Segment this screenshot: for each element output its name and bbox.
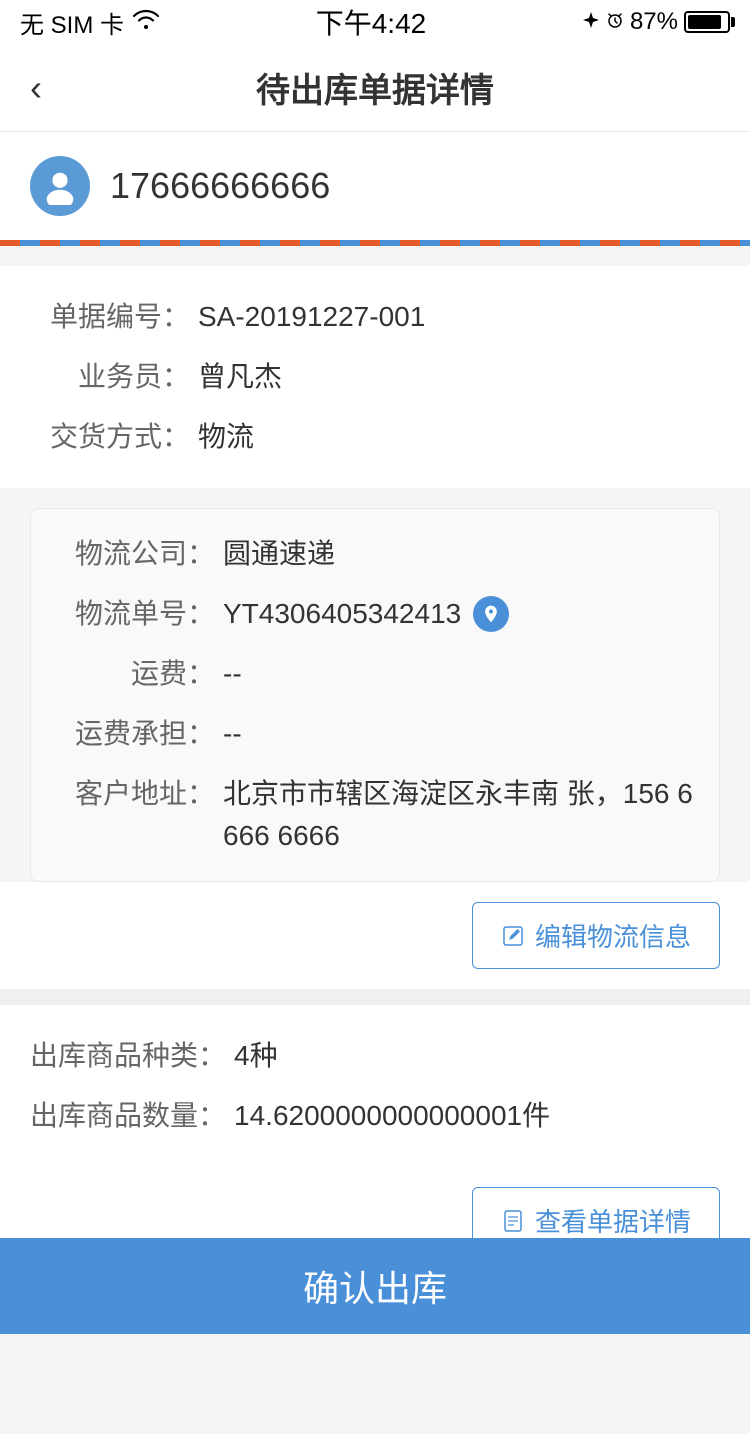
pin-icon (481, 604, 501, 624)
logistics-company-value: 圆通速递 (223, 533, 695, 575)
logistics-company-row: 物流公司： 圆通速递 (55, 533, 695, 575)
carrier-label: 无 SIM 卡 (20, 5, 124, 40)
alarm-icon (606, 8, 624, 36)
goods-section: 出库商品种类： 4种 出库商品数量： 14.620000000000​0001件 (0, 1005, 750, 1167)
edit-icon (501, 924, 525, 948)
delivery-type-label: 交货方式： (30, 416, 190, 458)
document-icon (501, 1209, 525, 1233)
freight-label: 运费： (55, 653, 215, 695)
logistics-company-label: 物流公司： (55, 533, 215, 575)
battery-icon (684, 11, 730, 33)
freight-value: -- (223, 653, 695, 695)
customer-header: 17666666666 (0, 132, 750, 240)
customer-phone: 17666666666 (110, 165, 330, 207)
status-bar: 无 SIM 卡 下午4:42 87% (0, 0, 750, 44)
confirm-outbound-button[interactable]: 确认出库 (0, 1238, 750, 1334)
goods-quantity-value: 14.620000000000​0001件 (234, 1095, 720, 1137)
logistics-card: 物流公司： 圆通速递 物流单号： YT43064053424​13 运费： --… (30, 508, 720, 882)
map-location-icon[interactable] (473, 596, 509, 632)
goods-types-value: 4种 (234, 1035, 720, 1077)
goods-quantity-label: 出库商品数量： (30, 1095, 226, 1137)
dashed-divider (0, 240, 750, 246)
edit-btn-container: 编辑物流信息 (0, 882, 750, 989)
page-title: 待出库单据详情 (256, 63, 494, 112)
goods-types-row: 出库商品种类： 4种 (30, 1035, 720, 1077)
freight-bearer-value: -- (223, 713, 695, 755)
battery-fill (688, 15, 721, 29)
battery-percentage: 87% (630, 8, 678, 36)
salesman-row: 业务员： 曾凡杰 (30, 356, 720, 398)
salesman-label: 业务员： (30, 356, 190, 398)
freight-row: 运费： -- (55, 653, 695, 695)
delivery-type-value: 物流 (198, 416, 720, 458)
address-row: 客户地址： 北京市市辖区海淀区永丰南 张，156 6666 6666 (55, 773, 695, 857)
goods-types-label: 出库商品种类： (30, 1035, 226, 1077)
delivery-type-row: 交货方式： 物流 (30, 416, 720, 458)
tracking-no-text: YT43064053424​13 (223, 593, 461, 635)
edit-logistics-button[interactable]: 编辑物流信息 (472, 902, 720, 969)
goods-quantity-row: 出库商品数量： 14.620000000000​0001件 (30, 1095, 720, 1137)
time-label: 下午4:42 (316, 2, 427, 42)
location-arrow-icon (582, 8, 600, 36)
edit-btn-label: 编辑物流信息 (535, 917, 691, 954)
tracking-no-value: YT43064053424​13 (223, 593, 695, 635)
freight-bearer-label: 运费承担： (55, 713, 215, 755)
address-value: 北京市市辖区海淀区永丰南 张，156 6666 6666 (223, 773, 695, 857)
wifi-icon (132, 8, 160, 36)
status-left: 无 SIM 卡 (20, 5, 160, 40)
section-divider (0, 989, 750, 1005)
tracking-no-label: 物流单号： (55, 593, 215, 635)
order-no-label: 单据编号： (30, 296, 190, 338)
status-right: 87% (582, 8, 730, 36)
avatar (30, 156, 90, 216)
order-no-row: 单据编号： SA-20191227-001 (30, 296, 720, 338)
address-label: 客户地址： (55, 773, 215, 815)
freight-bearer-row: 运费承担： -- (55, 713, 695, 755)
order-info-section: 单据编号： SA-20191227-001 业务员： 曾凡杰 交货方式： 物流 (0, 266, 750, 488)
avatar-icon (41, 167, 79, 205)
order-no-value: SA-20191227-001 (198, 296, 720, 338)
tracking-no-row: 物流单号： YT43064053424​13 (55, 593, 695, 635)
salesman-value: 曾凡杰 (198, 356, 720, 398)
nav-bar: ‹ 待出库单据详情 (0, 44, 750, 132)
back-button[interactable]: ‹ (30, 67, 42, 109)
confirm-btn-label: 确认出库 (303, 1260, 447, 1312)
view-detail-label: 查看单据详情 (535, 1202, 691, 1239)
